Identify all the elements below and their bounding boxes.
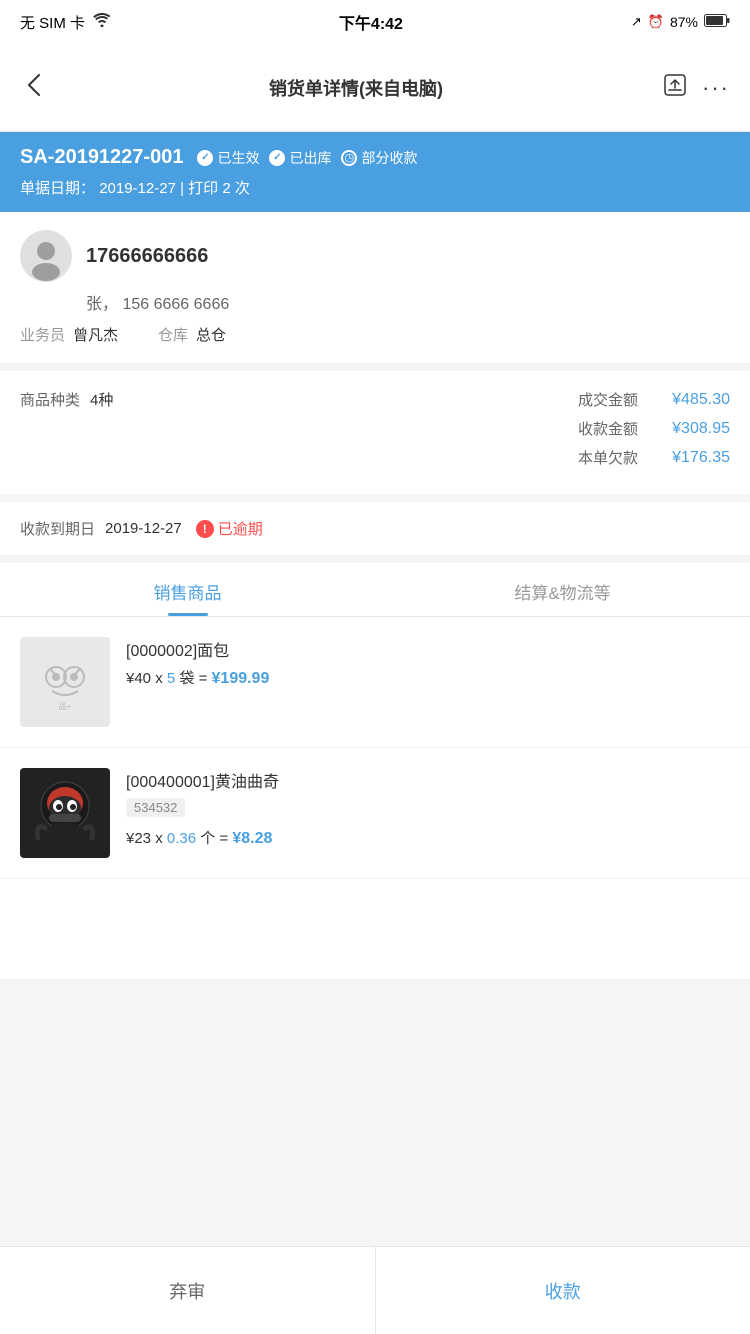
summary-right: 成交金额 ¥485.30 收款金额 ¥308.95 本单欠款 ¥176.35	[578, 389, 730, 476]
product-info-2: [000400001]黄油曲奇 534532 ¥23 x 0.36 个 = ¥8…	[126, 768, 730, 848]
product-info-1: [0000002]面包 ¥40 x 5 袋 = ¥199.99	[126, 637, 730, 688]
amount-label: 成交金额	[578, 389, 638, 410]
tab-settlement[interactable]: 结算&物流等	[375, 563, 750, 616]
product-name-2: [000400001]黄油曲奇	[126, 768, 730, 792]
product-price-1: ¥40 x 5 袋 = ¥199.99	[126, 667, 730, 688]
more-button[interactable]: ···	[702, 75, 730, 101]
status-right: ↗ ⏰ 87%	[631, 14, 730, 30]
due-section: 收款到期日 2019-12-27 ! 已逾期	[0, 502, 750, 555]
amount-value: ¥485.30	[650, 391, 730, 409]
product-price-2: ¥23 x 0.36 个 = ¥8.28	[126, 827, 730, 848]
product-thumbnail-2	[20, 768, 110, 858]
salesperson-value: 曾凡杰	[73, 324, 118, 345]
back-button[interactable]	[20, 66, 48, 110]
received-label: 收款金额	[578, 418, 638, 439]
battery-text: 87%	[670, 14, 698, 30]
customer-detail: 张， 156 6666 6666	[20, 290, 730, 314]
warehouse-item: 仓库 总仓	[158, 324, 226, 345]
order-banner: SA-20191227-001 已生效 已出库 部分收款 单据日期： 2019-…	[0, 132, 750, 212]
summary-section: 商品种类 4种 成交金额 ¥485.30 收款金额 ¥308.95 本单欠款 ¥…	[0, 371, 750, 494]
owed-label: 本单欠款	[578, 447, 638, 468]
due-label: 收款到期日	[20, 518, 95, 539]
product-total-1: ¥199.99	[212, 670, 270, 687]
product-name-1: [0000002]面包	[126, 637, 730, 661]
product-qty-2: 0.36	[167, 830, 196, 847]
owed-value: ¥176.35	[650, 449, 730, 467]
product-types: 商品种类 4种	[20, 389, 578, 410]
owed-row: 本单欠款 ¥176.35	[578, 447, 730, 468]
salesperson-item: 业务员 曾凡杰	[20, 324, 118, 345]
confirm-button[interactable]: 收款	[376, 1247, 750, 1334]
badge-shipped: 已出库	[269, 148, 331, 168]
order-badges: 已生效 已出库 部分收款	[197, 148, 417, 168]
due-date: 2019-12-27	[105, 520, 182, 537]
bottom-bar: 弃审 收款	[0, 1246, 750, 1334]
status-left: 无 SIM 卡	[20, 12, 111, 33]
table-row: [000400001]黄油曲奇 534532 ¥23 x 0.36 个 = ¥8…	[0, 748, 750, 879]
avatar	[20, 230, 72, 282]
summary-left: 商品种类 4种	[20, 389, 578, 414]
badge-effective: 已生效	[197, 148, 259, 168]
product-total-2: ¥8.28	[232, 830, 272, 847]
product-sku-2: 534532	[126, 798, 185, 817]
check-icon-2	[269, 150, 285, 166]
types-value: 4种	[90, 389, 113, 410]
wifi-icon	[93, 13, 111, 31]
carrier-text: 无 SIM 卡	[20, 12, 85, 33]
salesperson-label: 业务员	[20, 324, 65, 345]
location-icon: ↗	[631, 14, 642, 30]
customer-top: 17666666666	[20, 230, 730, 282]
product-thumbnail-1: 品+	[20, 637, 110, 727]
status-time: 下午4:42	[339, 10, 403, 34]
check-icon	[197, 150, 213, 166]
battery-icon	[704, 14, 730, 30]
tab-products[interactable]: 销售商品	[0, 563, 375, 616]
nav-actions: ···	[664, 74, 730, 102]
received-row: 收款金额 ¥308.95	[578, 418, 730, 439]
clock-icon	[341, 150, 357, 166]
order-date: 单据日期： 2019-12-27 | 打印 2 次	[20, 177, 730, 198]
warehouse-value: 总仓	[196, 324, 226, 345]
customer-phone: 17666666666	[86, 245, 208, 268]
customer-section: 17666666666 张， 156 6666 6666 业务员 曾凡杰 仓库 …	[0, 212, 750, 363]
amount-row: 成交金额 ¥485.30	[578, 389, 730, 410]
warehouse-label: 仓库	[158, 324, 188, 345]
page-title: 销货单详情(来自电脑)	[48, 75, 664, 101]
overdue-text: 已逾期	[218, 518, 263, 539]
alarm-icon: ⏰	[648, 14, 664, 30]
overdue-badge: ! 已逾期	[196, 518, 263, 539]
order-id: SA-20191227-001	[20, 146, 183, 169]
customer-meta: 业务员 曾凡杰 仓库 总仓	[20, 324, 730, 345]
svg-text:品+: 品+	[59, 702, 72, 711]
products-section: 品+ [0000002]面包 ¥40 x 5 袋 = ¥199.99	[0, 617, 750, 979]
product-qty-1: 5	[167, 670, 175, 687]
overdue-icon: !	[196, 520, 214, 538]
badge-partial: 部分收款	[341, 148, 417, 168]
received-value: ¥308.95	[650, 420, 730, 438]
cancel-button[interactable]: 弃审	[0, 1247, 376, 1334]
status-bar: 无 SIM 卡 下午4:42 ↗ ⏰ 87%	[0, 0, 750, 44]
types-label: 商品种类	[20, 389, 80, 410]
share-button[interactable]	[664, 74, 686, 102]
nav-bar: 销货单详情(来自电脑) ···	[0, 44, 750, 132]
tabs-section: 销售商品 结算&物流等	[0, 563, 750, 617]
table-row: 品+ [0000002]面包 ¥40 x 5 袋 = ¥199.99	[0, 617, 750, 748]
